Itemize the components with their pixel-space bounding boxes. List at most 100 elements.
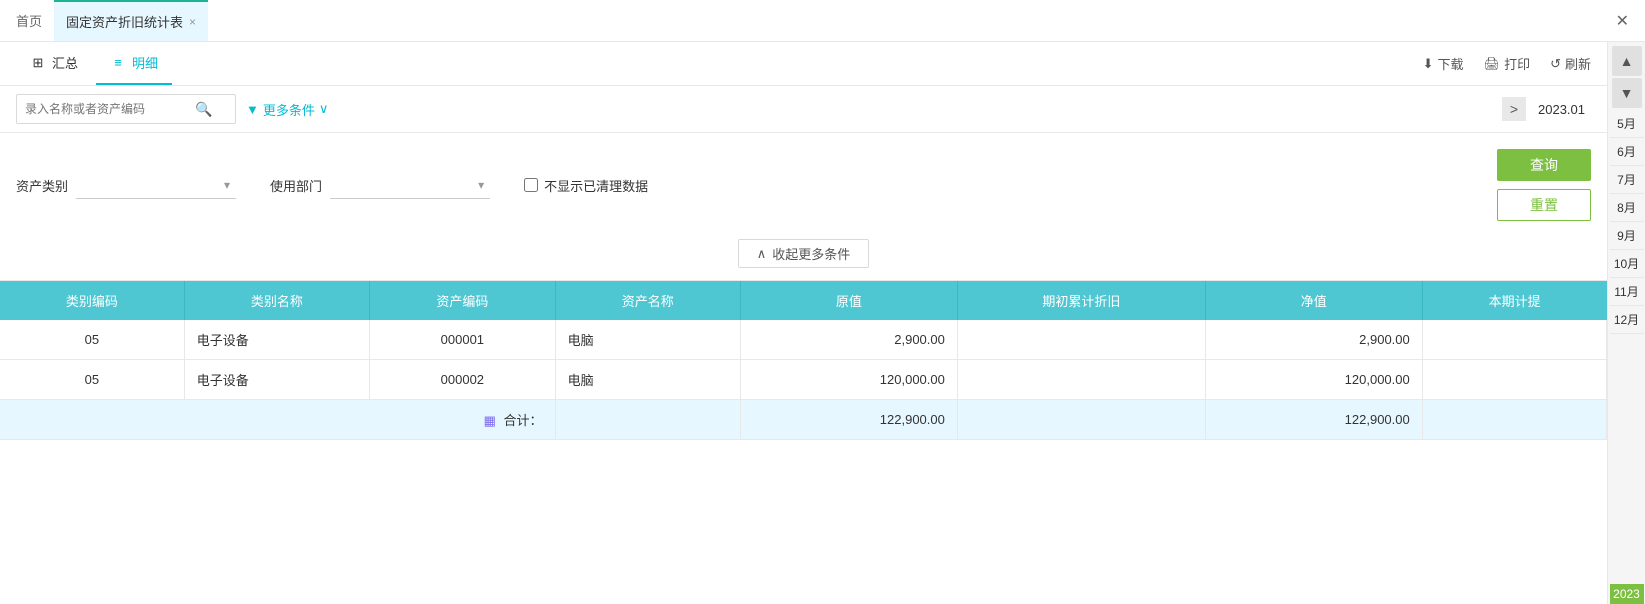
col-accumulated-depreciation: 期初累计折旧 [957, 281, 1205, 320]
collapse-label: 收起更多条件 [772, 244, 850, 263]
sidebar-month-12月[interactable]: 12月 [1610, 306, 1644, 334]
tab-detail[interactable]: ≡ 明细 [96, 42, 172, 85]
cell-accumulated-depreciation [957, 360, 1205, 400]
date-nav: > 2023.01 [1502, 97, 1591, 121]
detail-icon: ≡ [110, 55, 126, 71]
window-close-icon[interactable]: ✕ [1616, 11, 1629, 31]
cell-original-value: 120,000.00 [740, 360, 957, 400]
query-button[interactable]: 查询 [1497, 149, 1591, 181]
col-category-code: 类别编码 [0, 281, 184, 320]
sidebar-month-11月[interactable]: 11月 [1610, 278, 1644, 306]
cell-current-depreciation [1422, 360, 1606, 400]
total-net-value: 122,900.00 [1205, 400, 1422, 440]
col-net-value: 净值 [1205, 281, 1422, 320]
top-nav: 首页 固定资产折旧统计表 × ✕ [0, 0, 1645, 42]
cell-asset-name: 电脑 [555, 320, 740, 360]
chevron-down-icon: ∨ [319, 101, 329, 117]
download-icon: ⬇ [1423, 56, 1434, 72]
search-input[interactable] [25, 102, 195, 116]
refresh-button[interactable]: ↺ 刷新 [1550, 54, 1591, 73]
sidebar-month-8月[interactable]: 8月 [1610, 194, 1644, 222]
chevron-up-icon: ∧ [757, 246, 767, 262]
cell-net-value: 2,900.00 [1205, 320, 1422, 360]
summary-icon: ⊞ [30, 55, 46, 71]
month-list: 5月6月7月8月9月10月11月12月 [1610, 110, 1644, 334]
asset-category-label: 资产类别 [16, 176, 68, 195]
sidebar-month-7月[interactable]: 7月 [1610, 166, 1644, 194]
department-input[interactable] [330, 171, 490, 199]
refresh-icon: ↺ [1550, 56, 1561, 72]
print-icon: 🖨 [1484, 56, 1501, 72]
date-prev-btn[interactable]: > [1502, 97, 1526, 121]
download-button[interactable]: ⬇ 下载 [1423, 54, 1464, 73]
reset-button[interactable]: 重置 [1497, 189, 1591, 221]
tab-label: 固定资产折旧统计表 [66, 12, 183, 31]
refresh-label: 刷新 [1565, 54, 1591, 73]
filter-bar: 🔍 ▼ 更多条件 ∨ > 2023.01 [0, 86, 1607, 133]
col-asset-code: 资产编码 [370, 281, 555, 320]
sidebar-month-10月[interactable]: 10月 [1610, 250, 1644, 278]
search-wrap: 🔍 [16, 94, 236, 124]
sidebar-month-9月[interactable]: 9月 [1610, 222, 1644, 250]
asset-category-field: 资产类别 ▾ [16, 171, 230, 199]
col-current-depreciation: 本期计提 [1422, 281, 1606, 320]
download-label: 下载 [1438, 54, 1464, 73]
sub-tabs-bar: ⊞ 汇总 ≡ 明细 ⬇ 下载 🖨 打印 ↺ 刷 [0, 42, 1607, 86]
department-label: 使用部门 [270, 176, 322, 195]
cell-category-code: 05 [0, 360, 184, 400]
main-area: ⊞ 汇总 ≡ 明细 ⬇ 下载 🖨 打印 ↺ 刷 [0, 42, 1645, 604]
table-row: 05 电子设备 000001 电脑 2,900.00 2,900.00 [0, 320, 1607, 360]
more-conditions-label: 更多条件 [263, 100, 315, 119]
clear-data-checkbox[interactable] [524, 178, 538, 192]
right-sidebar: ▲ ▼ 5月6月7月8月9月10月11月12月 2023 [1607, 42, 1645, 604]
active-tab[interactable]: 固定资产折旧统计表 × [54, 0, 208, 41]
table-header-row: 类别编码 类别名称 资产编码 资产名称 原值 期初累计折旧 净值 本期计提 [0, 281, 1607, 320]
total-label-cell: ▦ 合计： [0, 400, 555, 440]
collapse-button[interactable]: ∧ 收起更多条件 [738, 239, 870, 268]
total-label: 合计： [504, 413, 543, 428]
tab-detail-label: 明细 [132, 53, 158, 72]
sub-tabs-left: ⊞ 汇总 ≡ 明细 [16, 42, 172, 85]
cell-net-value: 120,000.00 [1205, 360, 1422, 400]
close-tab-icon[interactable]: × [189, 15, 196, 29]
toolbar-actions: ⬇ 下载 🖨 打印 ↺ 刷新 [1423, 54, 1591, 73]
total-original-value: 122,900.00 [740, 400, 957, 440]
total-accumulated-depreciation [957, 400, 1205, 440]
sidebar-month-5月[interactable]: 5月 [1610, 110, 1644, 138]
col-original-value: 原值 [740, 281, 957, 320]
filter-actions: 查询 重置 [1497, 149, 1591, 221]
cell-original-value: 2,900.00 [740, 320, 957, 360]
more-conditions-btn[interactable]: ▼ 更多条件 ∨ [246, 100, 328, 119]
cell-current-depreciation [1422, 320, 1606, 360]
department-field: 使用部门 ▾ [270, 171, 484, 199]
date-display: 2023.01 [1532, 102, 1591, 117]
cell-asset-code: 000001 [370, 320, 555, 360]
total-icon: ▦ [484, 413, 496, 428]
advanced-filter: 资产类别 ▾ 使用部门 ▾ 不显示已清理数据 查询 重置 [0, 133, 1607, 281]
sidebar-up-btn[interactable]: ▲ [1612, 46, 1642, 76]
search-icon[interactable]: 🔍 [195, 101, 212, 118]
filter-icon: ▼ [246, 102, 259, 117]
tab-summary-label: 汇总 [52, 53, 78, 72]
cell-asset-name: 电脑 [555, 360, 740, 400]
cell-asset-code: 000002 [370, 360, 555, 400]
clear-data-label: 不显示已清理数据 [544, 176, 648, 195]
cell-category-code: 05 [0, 320, 184, 360]
data-table: 类别编码 类别名称 资产编码 资产名称 原值 期初累计折旧 净值 本期计提 05… [0, 281, 1607, 440]
cell-accumulated-depreciation [957, 320, 1205, 360]
table-row: 05 电子设备 000002 电脑 120,000.00 120,000.00 [0, 360, 1607, 400]
print-label: 打印 [1504, 54, 1530, 73]
print-button[interactable]: 🖨 打印 [1484, 54, 1531, 73]
total-asset-name [555, 400, 740, 440]
filter-row-1: 资产类别 ▾ 使用部门 ▾ 不显示已清理数据 查询 重置 [16, 149, 1591, 221]
year-badge: 2023 [1610, 584, 1644, 604]
tab-summary[interactable]: ⊞ 汇总 [16, 42, 92, 85]
collapse-bar: ∧ 收起更多条件 [16, 233, 1591, 272]
clear-data-checkbox-field: 不显示已清理数据 [524, 176, 648, 195]
asset-category-input[interactable] [76, 171, 236, 199]
content-panel: ⊞ 汇总 ≡ 明细 ⬇ 下载 🖨 打印 ↺ 刷 [0, 42, 1607, 604]
cell-category-name: 电子设备 [184, 360, 369, 400]
sidebar-down-btn[interactable]: ▼ [1612, 78, 1642, 108]
sidebar-month-6月[interactable]: 6月 [1610, 138, 1644, 166]
home-link[interactable]: 首页 [16, 11, 42, 30]
